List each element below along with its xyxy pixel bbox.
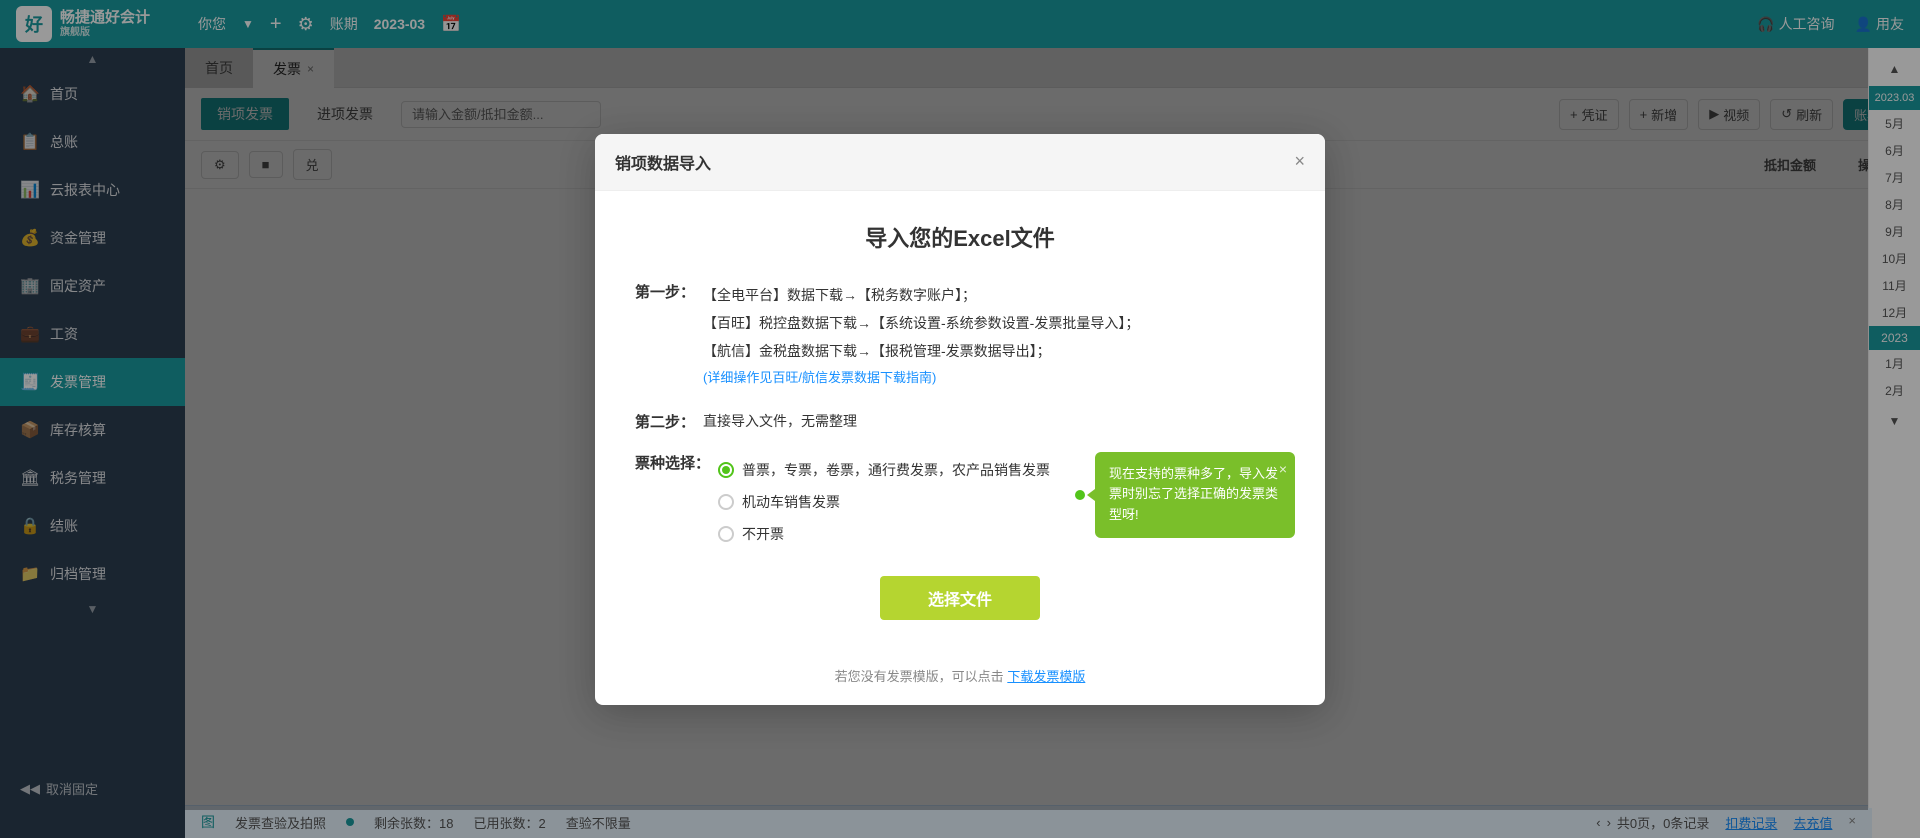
step2-content: 直接导入文件，无需整理 — [703, 411, 857, 431]
step1-line2: 【百旺】税控盘数据下载→【系统设置-系统参数设置-发票批量导入】； — [703, 309, 1139, 337]
step1-label: 第一步： — [635, 281, 695, 302]
modal-header: 销项数据导入 × — [595, 134, 1325, 191]
footer-text: 若您没有发票模版，可以点击 — [835, 669, 1004, 684]
modal-main-title: 导入您的Excel文件 — [635, 221, 1285, 253]
radio-circle-3[interactable] — [718, 526, 734, 542]
radio-label-1: 普票，专票，卷票，通行费发票，农产品销售发票 — [742, 460, 1050, 480]
select-file-button[interactable]: 选择文件 — [880, 576, 1040, 620]
modal-close-button[interactable]: × — [1294, 151, 1305, 172]
step1-line1: 【全电平台】数据下载→【税务数字账户】； — [703, 281, 1139, 309]
step1-link[interactable]: (详细操作见百旺/航信发票数据下载指南) — [703, 365, 1139, 391]
modal-footer: 若您没有发票模版，可以点击 下载发票模版 — [595, 666, 1325, 705]
radio-group: 普票，专票，卷票，通行费发票，农产品销售发票 机动车销售发票 不开票 — [718, 460, 1050, 544]
radio-dot-1 — [722, 466, 730, 474]
radio-option1[interactable]: 普票，专票，卷票，通行费发票，农产品销售发票 — [718, 460, 1050, 480]
radio-label-2: 机动车销售发票 — [742, 492, 840, 512]
radio-circle-2[interactable] — [718, 494, 734, 510]
step2: 第二步： 直接导入文件，无需整理 — [635, 411, 1285, 432]
modal-overlay: 销项数据导入 × 导入您的Excel文件 第一步： 【全电平台】数据下载→【税务… — [0, 0, 1920, 838]
import-modal: 销项数据导入 × 导入您的Excel文件 第一步： 【全电平台】数据下载→【税务… — [595, 134, 1325, 705]
modal-body: 导入您的Excel文件 第一步： 【全电平台】数据下载→【税务数字账户】； 【百… — [595, 191, 1325, 666]
tooltip-dot — [1075, 490, 1085, 500]
radio-option2[interactable]: 机动车销售发票 — [718, 492, 1050, 512]
radio-label-3: 不开票 — [742, 524, 784, 544]
radio-option3[interactable]: 不开票 — [718, 524, 1050, 544]
tooltip-text: 现在支持的票种多了，导入发票时别忘了选择正确的发票类型呀! — [1109, 466, 1278, 523]
tooltip-close[interactable]: × — [1279, 458, 1287, 480]
step1-line3: 【航信】金税盘数据下载→【报税管理-发票数据导出】； — [703, 337, 1139, 365]
tooltip-bubble: × 现在支持的票种多了，导入发票时别忘了选择正确的发票类型呀! — [1095, 452, 1295, 538]
modal-title: 销项数据导入 — [615, 150, 711, 174]
ticket-selection: 票种选择： 普票，专票，卷票，通行费发票，农产品销售发票 机动车销售 — [635, 452, 1285, 552]
step1-content: 【全电平台】数据下载→【税务数字账户】； 【百旺】税控盘数据下载→【系统设置-系… — [703, 281, 1139, 391]
radio-circle-1[interactable] — [718, 462, 734, 478]
download-template-link[interactable]: 下载发票模版 — [1007, 669, 1085, 684]
step2-label: 第二步： — [635, 411, 695, 432]
step1: 第一步： 【全电平台】数据下载→【税务数字账户】； 【百旺】税控盘数据下载→【系… — [635, 281, 1285, 391]
ticket-label: 票种选择： — [635, 452, 710, 473]
